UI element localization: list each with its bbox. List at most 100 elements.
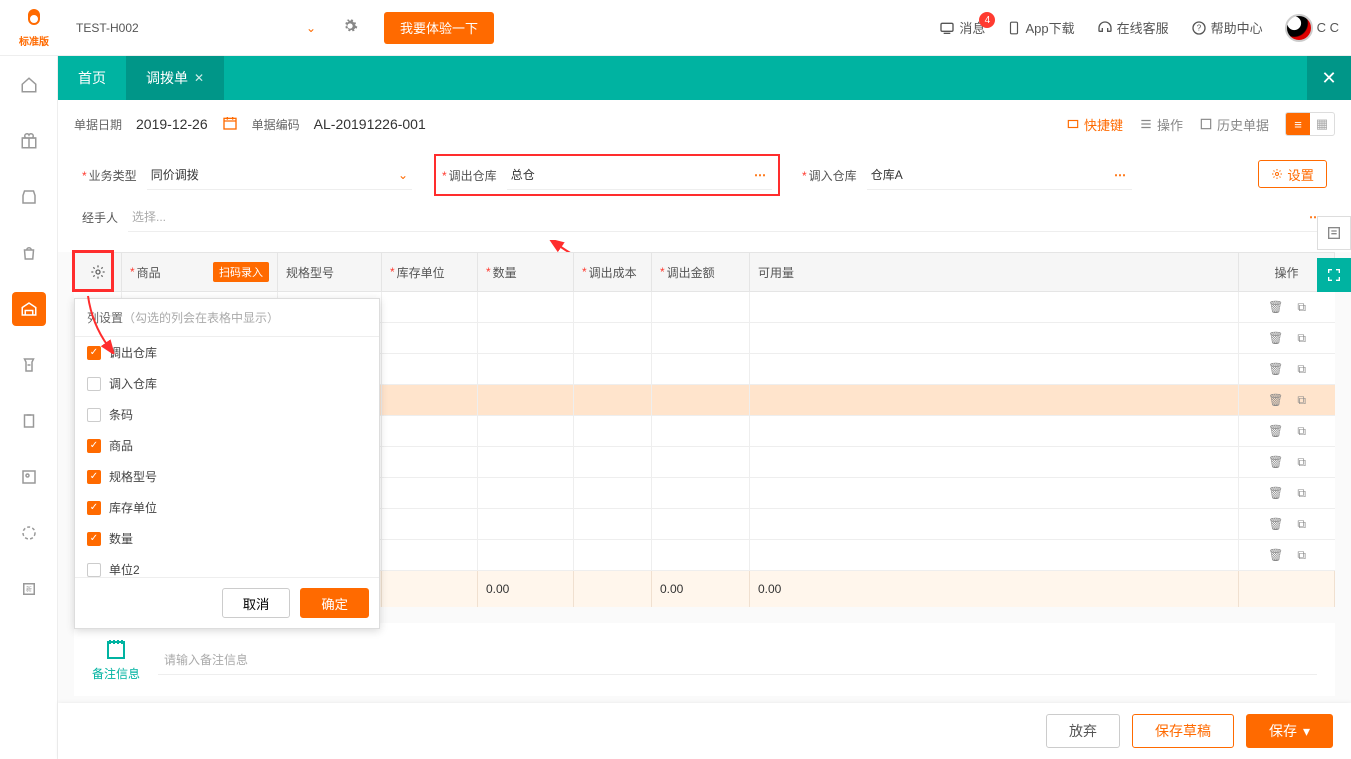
docno-value: AL-20191226-001 xyxy=(314,116,426,132)
sync-icon[interactable] xyxy=(12,516,46,550)
view-grid-icon[interactable]: ▦ xyxy=(1310,113,1334,135)
copy-icon[interactable]: ⧉ xyxy=(1297,424,1306,439)
chevron-down-icon: ▾ xyxy=(1303,723,1310,740)
column-option[interactable]: 调入仓库 xyxy=(75,368,379,399)
svg-text:新: 新 xyxy=(25,585,31,593)
footer-actions: 放弃 保存草稿 保存▾ xyxy=(58,703,1351,759)
popup-title: 列设置（勾选的列会在表格中显示） xyxy=(75,299,379,337)
tab-transfer[interactable]: 调拨单 ✕ xyxy=(126,56,224,100)
discard-button[interactable]: 放弃 xyxy=(1046,714,1120,748)
cta-button[interactable]: 我要体验一下 xyxy=(384,12,494,44)
copy-icon[interactable]: ⧉ xyxy=(1297,393,1306,408)
support-button[interactable]: 在线客服 xyxy=(1097,18,1169,37)
store-icon[interactable] xyxy=(12,180,46,214)
column-option[interactable]: ✓规格型号 xyxy=(75,461,379,492)
home-icon[interactable] xyxy=(12,68,46,102)
docno-label: 单据编码 xyxy=(252,116,300,133)
delete-icon[interactable]: 🗑 xyxy=(1268,424,1283,438)
shortcut-link[interactable]: 快捷键 xyxy=(1066,115,1123,134)
checkbox-icon xyxy=(87,563,101,577)
operate-link[interactable]: 操作 xyxy=(1139,115,1183,134)
settings-button[interactable]: 设置 xyxy=(1258,160,1327,188)
messages-badge: 4 xyxy=(979,12,995,28)
fullscreen-icon[interactable] xyxy=(1317,258,1351,292)
save-draft-button[interactable]: 保存草稿 xyxy=(1132,714,1234,748)
delete-icon[interactable]: 🗑 xyxy=(1268,455,1283,469)
copy-icon[interactable]: ⧉ xyxy=(1297,517,1306,532)
new-icon[interactable]: 新 xyxy=(12,572,46,606)
column-option[interactable]: ✓调出仓库 xyxy=(75,337,379,368)
column-option[interactable]: ✓数量 xyxy=(75,523,379,554)
date-value[interactable]: 2019-12-26 xyxy=(136,116,208,132)
copy-icon[interactable]: ⧉ xyxy=(1297,548,1306,563)
tab-home[interactable]: 首页 xyxy=(58,56,126,100)
user-menu[interactable]: C C xyxy=(1285,14,1339,42)
delete-icon[interactable]: 🗑 xyxy=(1268,517,1283,531)
column-option[interactable]: ✓库存单位 xyxy=(75,492,379,523)
field-out-warehouse[interactable]: *调出仓库 总仓⋯ xyxy=(442,160,772,190)
calendar-icon[interactable] xyxy=(222,115,238,134)
gear-icon[interactable] xyxy=(336,12,364,43)
gift-icon[interactable] xyxy=(12,124,46,158)
messages-button[interactable]: 消息 4 xyxy=(939,18,985,37)
bag-icon[interactable] xyxy=(12,236,46,270)
column-option[interactable]: ✓商品 xyxy=(75,430,379,461)
app-download-button[interactable]: App下载 xyxy=(1007,18,1074,37)
column-settings-button[interactable] xyxy=(74,253,122,291)
username: C C xyxy=(1317,20,1339,35)
remark-section: 备注信息 请输入备注信息 xyxy=(74,623,1335,696)
delete-icon[interactable]: 🗑 xyxy=(1268,548,1283,562)
main: 首页 调拨单 ✕ ✕ 单据日期 2019-12-26 单据编码 AL-20191… xyxy=(58,56,1351,759)
history-link[interactable]: 历史单据 xyxy=(1199,115,1269,134)
close-all-tabs[interactable]: ✕ xyxy=(1307,56,1351,100)
copy-icon[interactable]: ⧉ xyxy=(1297,362,1306,377)
popup-list[interactable]: ✓调出仓库调入仓库条码✓商品✓规格型号✓库存单位✓数量单位2 xyxy=(75,337,379,577)
logo[interactable]: 标准版 xyxy=(12,7,56,48)
delete-icon[interactable]: 🗑 xyxy=(1268,486,1283,500)
tabs-bar: 首页 调拨单 ✕ ✕ xyxy=(58,56,1351,100)
money-icon[interactable] xyxy=(12,348,46,382)
note-icon[interactable] xyxy=(1317,216,1351,250)
copy-icon[interactable]: ⧉ xyxy=(1297,455,1306,470)
svg-text:?: ? xyxy=(1196,23,1201,32)
field-handler[interactable]: 经手人 选择...⋯ xyxy=(82,202,1327,232)
column-settings-popup: 列设置（勾选的列会在表格中显示） ✓调出仓库调入仓库条码✓商品✓规格型号✓库存单… xyxy=(74,298,380,629)
app-download-label: App下载 xyxy=(1025,18,1074,37)
checkbox-icon xyxy=(87,377,101,391)
help-button[interactable]: ? 帮助中心 xyxy=(1191,18,1263,37)
delete-icon[interactable]: 🗑 xyxy=(1268,300,1283,314)
column-option[interactable]: 条码 xyxy=(75,399,379,430)
remark-input[interactable]: 请输入备注信息 xyxy=(158,645,1317,675)
column-option[interactable]: 单位2 xyxy=(75,554,379,577)
ok-button[interactable]: 确定 xyxy=(300,588,369,618)
copy-icon[interactable]: ⧉ xyxy=(1297,331,1306,346)
delete-icon[interactable]: 🗑 xyxy=(1268,393,1283,407)
contact-icon[interactable] xyxy=(12,460,46,494)
warehouse-icon[interactable] xyxy=(12,292,46,326)
more-icon[interactable]: ⋯ xyxy=(1114,168,1128,182)
checkbox-icon: ✓ xyxy=(87,346,101,360)
copy-icon[interactable]: ⧉ xyxy=(1297,486,1306,501)
sidebar: 新 xyxy=(0,56,58,759)
workspace-select[interactable]: TEST-H002 ⌄ xyxy=(66,11,326,45)
copy-icon[interactable]: ⧉ xyxy=(1297,300,1306,315)
table-header: *商品扫码录入 规格型号 *库存单位 *数量 *调出成本 *调出金额 可用量 操… xyxy=(74,252,1335,292)
chevron-down-icon: ⌄ xyxy=(306,21,316,35)
view-list-icon[interactable]: ≡ xyxy=(1286,113,1310,135)
save-button[interactable]: 保存▾ xyxy=(1246,714,1333,748)
delete-icon[interactable]: 🗑 xyxy=(1268,331,1283,345)
right-rail xyxy=(1317,216,1351,292)
close-icon[interactable]: ✕ xyxy=(194,71,204,85)
checkbox-icon: ✓ xyxy=(87,501,101,515)
doc-header: 单据日期 2019-12-26 单据编码 AL-20191226-001 快捷键… xyxy=(58,100,1351,148)
view-toggle: ≡ ▦ xyxy=(1285,112,1335,136)
clipboard-icon[interactable] xyxy=(12,404,46,438)
more-icon[interactable]: ⋯ xyxy=(754,168,768,182)
delete-icon[interactable]: 🗑 xyxy=(1268,362,1283,376)
cancel-button[interactable]: 取消 xyxy=(222,588,291,618)
scan-button[interactable]: 扫码录入 xyxy=(213,262,269,282)
col-spec: 规格型号 xyxy=(278,253,382,291)
field-biz-type[interactable]: *业务类型 同价调拨⌄ xyxy=(82,160,412,190)
field-in-warehouse[interactable]: *调入仓库 仓库A⋯ xyxy=(802,160,1132,190)
checkbox-icon xyxy=(87,408,101,422)
